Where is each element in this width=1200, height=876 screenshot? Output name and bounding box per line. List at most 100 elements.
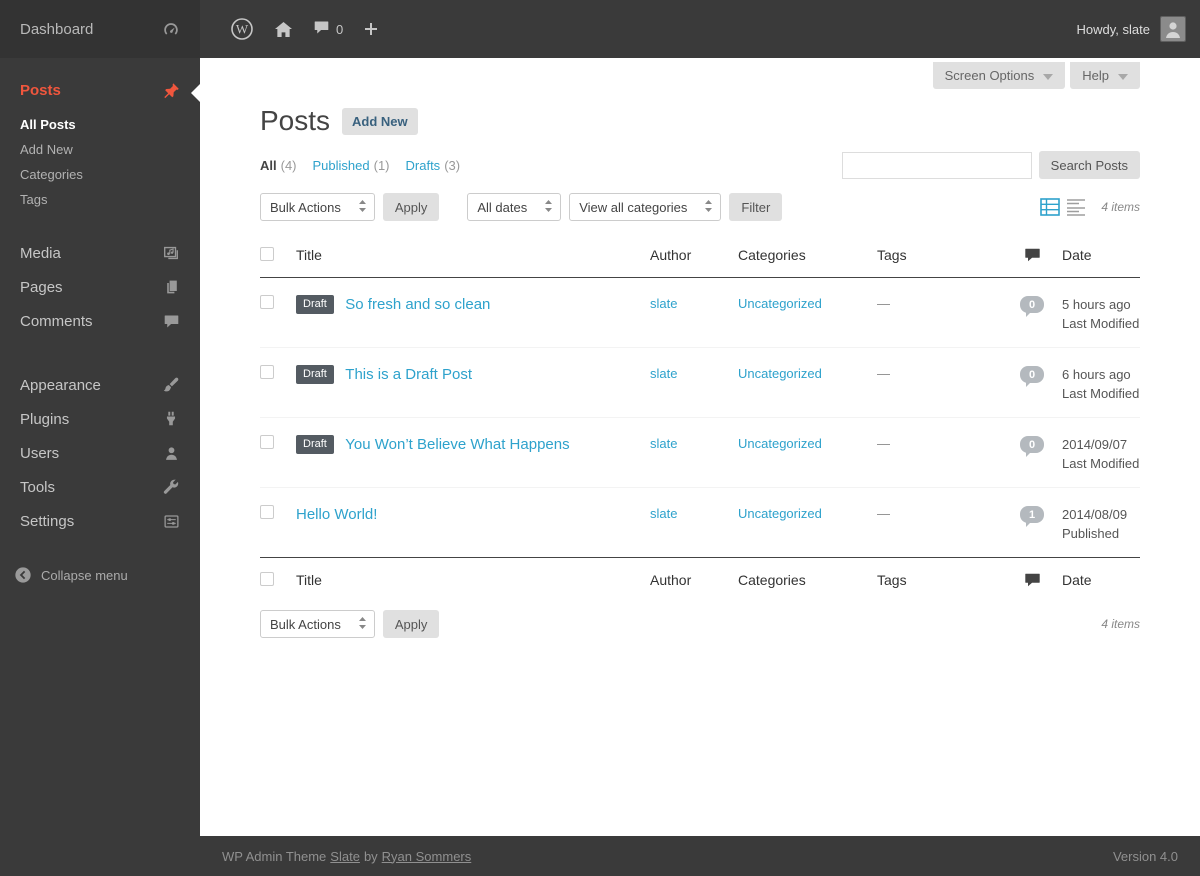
select-arrows-icon xyxy=(357,615,368,634)
sidebar-item-tools[interactable]: Tools xyxy=(0,470,200,504)
theme-link[interactable]: Slate xyxy=(330,849,360,864)
bulk-actions-value: Bulk Actions xyxy=(270,199,341,215)
sidebar-item-appearance[interactable]: Appearance xyxy=(0,368,200,402)
header-tags: Tags xyxy=(877,247,907,263)
category-link[interactable]: Uncategorized xyxy=(738,436,822,451)
submenu-item-categories[interactable]: Categories xyxy=(20,162,200,187)
header-date: Date xyxy=(1062,246,1092,263)
comment-count-bubble[interactable]: 0 xyxy=(1020,436,1044,457)
category-link[interactable]: Uncategorized xyxy=(738,366,822,381)
author-link[interactable]: slate xyxy=(650,436,677,451)
filter-drafts[interactable]: Drafts (3) xyxy=(406,158,461,173)
sidebar-item-settings[interactable]: Settings xyxy=(0,504,200,538)
sidebar-item-dashboard[interactable]: Dashboard xyxy=(0,0,200,58)
post-title-link[interactable]: You Won’t Believe What Happens xyxy=(345,436,569,453)
search-posts-button[interactable]: Search Posts xyxy=(1038,151,1140,179)
tags-value: — xyxy=(877,296,890,311)
status-badge: Draft xyxy=(296,365,334,384)
help-button[interactable]: Help xyxy=(1070,62,1140,89)
excerpt-view-icon[interactable] xyxy=(1066,198,1086,216)
comment-count-bubble[interactable]: 1 xyxy=(1020,506,1044,527)
site-home-icon[interactable] xyxy=(274,21,293,38)
row-checkbox[interactable] xyxy=(260,505,274,519)
author-link[interactable]: slate xyxy=(650,296,677,311)
select-arrows-icon xyxy=(357,198,368,217)
category-link[interactable]: Uncategorized xyxy=(738,506,822,521)
row-checkbox[interactable] xyxy=(260,365,274,379)
settings-sliders-icon xyxy=(163,513,180,530)
sidebar-item-comments[interactable]: Comments xyxy=(0,304,200,338)
sidebar-item-media[interactable]: Media xyxy=(0,236,200,270)
submenu-item-add-new[interactable]: Add New xyxy=(20,137,200,162)
comment-count: 1 xyxy=(1028,508,1036,521)
table-row: Draft So fresh and so clean slate Uncate… xyxy=(260,278,1140,348)
items-count: 4 items xyxy=(1101,200,1140,214)
sidebar-item-pages[interactable]: Pages xyxy=(0,270,200,304)
filter-all[interactable]: All (4) xyxy=(260,158,297,173)
admin-bar-comments[interactable]: 0 xyxy=(313,19,343,39)
wrench-icon xyxy=(162,478,180,496)
tags-value: — xyxy=(877,366,890,381)
row-checkbox[interactable] xyxy=(260,295,274,309)
header-author: Author xyxy=(650,572,692,588)
help-label: Help xyxy=(1082,68,1109,83)
header-categories: Categories xyxy=(738,572,806,588)
apply-button[interactable]: Apply xyxy=(382,610,440,638)
sidebar-item-plugins[interactable]: Plugins xyxy=(0,402,200,436)
admin-footer: WP Admin Theme Slate by Ryan Sommers Ver… xyxy=(200,836,1200,876)
theme-author-link[interactable]: Ryan Sommers xyxy=(382,849,472,864)
dates-filter-select[interactable]: All dates xyxy=(467,193,562,221)
filter-published-label: Published xyxy=(312,157,370,173)
submenu-item-all-posts[interactable]: All Posts xyxy=(20,112,200,137)
filter-all-count: (4) xyxy=(280,157,297,173)
collapse-menu-button[interactable]: Collapse menu xyxy=(0,566,200,584)
filter-drafts-label: Drafts xyxy=(405,157,441,173)
list-view-icon[interactable] xyxy=(1040,198,1061,216)
header-title: Title xyxy=(296,247,322,263)
media-label: Media xyxy=(20,244,61,262)
comment-count-bubble[interactable]: 0 xyxy=(1020,296,1044,317)
date-status: Published xyxy=(1062,526,1120,541)
search-input[interactable] xyxy=(841,151,1032,179)
comment-count: 0 xyxy=(1028,438,1036,451)
filter-search-row: All (4) Published (1) Drafts (3) Search … xyxy=(260,151,1140,179)
sidebar-item-users[interactable]: Users xyxy=(0,436,200,470)
plugins-label: Plugins xyxy=(20,410,70,428)
dates-filter-value: All dates xyxy=(477,199,528,215)
account-menu[interactable]: Howdy, slate xyxy=(1077,16,1186,42)
add-new-button[interactable]: Add New xyxy=(342,107,418,135)
apply-button[interactable]: Apply xyxy=(382,193,440,221)
date-status: Last Modified xyxy=(1062,456,1140,471)
categories-filter-value: View all categories xyxy=(579,199,688,215)
table-footer-header-row: Title Author Categories Tags Date xyxy=(260,557,1140,602)
pages-label: Pages xyxy=(20,278,63,296)
category-link[interactable]: Uncategorized xyxy=(738,296,822,311)
submenu-item-tags[interactable]: Tags xyxy=(20,187,200,212)
sidebar-item-posts[interactable]: Posts xyxy=(0,76,200,104)
row-checkbox[interactable] xyxy=(260,435,274,449)
bulk-actions-select[interactable]: Bulk Actions xyxy=(260,610,375,638)
comment-count-bubble[interactable]: 0 xyxy=(1020,366,1044,387)
post-title-link[interactable]: This is a Draft Post xyxy=(345,366,472,383)
screen-options-button[interactable]: Screen Options xyxy=(932,62,1066,89)
bulk-actions-select[interactable]: Bulk Actions xyxy=(260,193,375,221)
author-link[interactable]: slate xyxy=(650,366,677,381)
wordpress-logo-icon[interactable]: W xyxy=(230,17,254,41)
select-all-checkbox[interactable] xyxy=(260,571,274,586)
header-date: Date xyxy=(1062,571,1092,588)
select-arrows-icon xyxy=(703,198,714,217)
categories-filter-select[interactable]: View all categories xyxy=(569,193,722,221)
collapse-arrow-icon xyxy=(14,566,32,584)
table-row: Draft You Won’t Believe What Happens sla… xyxy=(260,418,1140,488)
filter-published[interactable]: Published (1) xyxy=(313,158,390,173)
filter-button[interactable]: Filter xyxy=(729,193,783,221)
user-icon xyxy=(163,445,180,462)
post-title-link[interactable]: Hello World! xyxy=(296,506,377,523)
select-all-checkbox[interactable] xyxy=(260,246,274,261)
post-title-link[interactable]: So fresh and so clean xyxy=(345,296,490,313)
plug-icon xyxy=(162,410,180,428)
posts-list-wrap: Posts Add New All (4) Published (1) Draf… xyxy=(200,89,1200,638)
author-link[interactable]: slate xyxy=(650,506,677,521)
new-content-plus-icon[interactable] xyxy=(363,21,379,37)
filter-all-label: All xyxy=(260,157,277,173)
